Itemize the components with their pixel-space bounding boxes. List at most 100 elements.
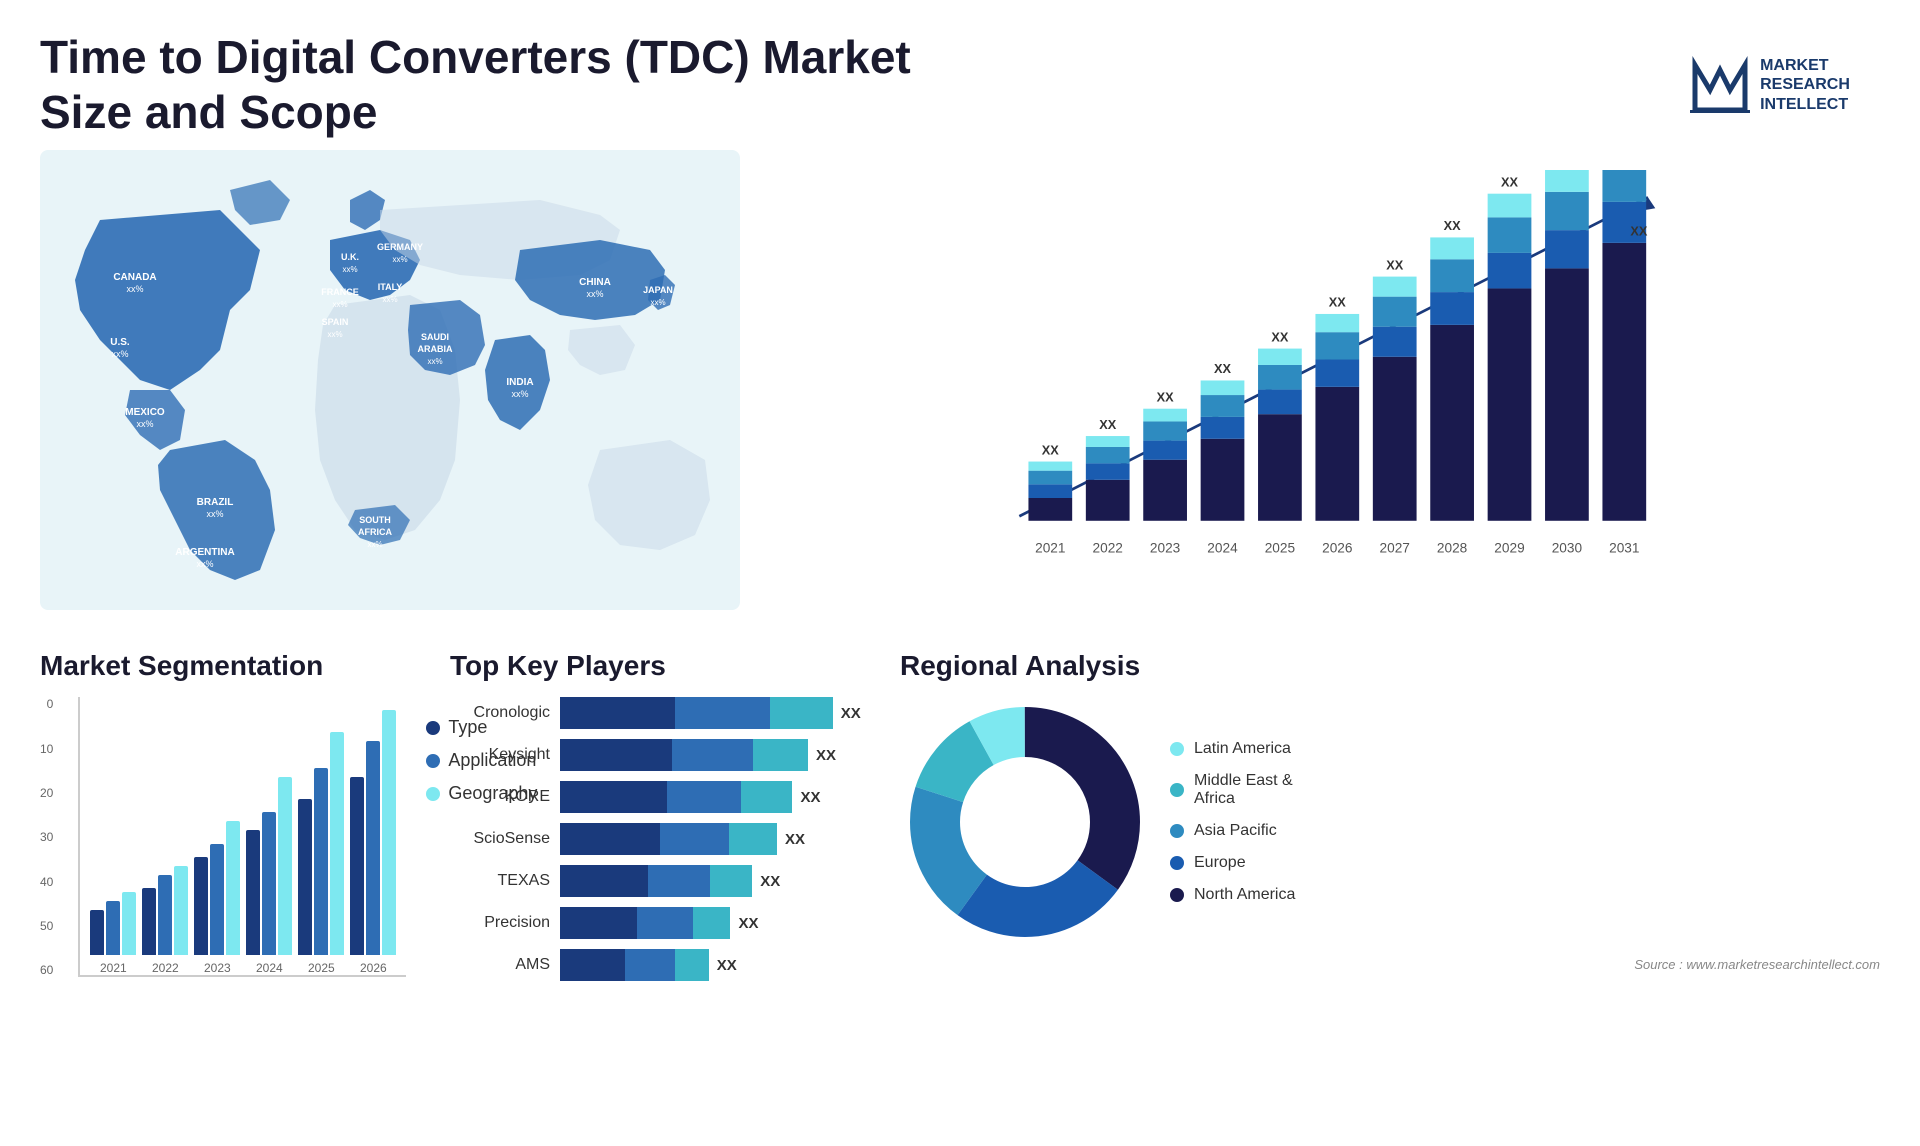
svg-text:xx%: xx%: [332, 300, 347, 309]
player-bar-kore: XX: [560, 781, 870, 813]
regional-content: Latin America Middle East &Africa Asia P…: [900, 697, 1880, 947]
player-row-precision: Precision XX: [450, 907, 870, 939]
player-row-ams: AMS XX: [450, 949, 870, 981]
legend-dot-geography: [426, 787, 440, 801]
logo-icon: [1690, 55, 1750, 115]
svg-text:XX: XX: [1386, 258, 1404, 273]
svg-text:xx%: xx%: [206, 509, 223, 519]
player-bar-sciosense: XX: [560, 823, 870, 855]
donut-chart: [900, 697, 1150, 947]
logo-text: MARKET RESEARCH INTELLECT: [1760, 56, 1850, 114]
page-title: Time to Digital Converters (TDC) Market …: [40, 30, 940, 140]
svg-text:JAPAN: JAPAN: [643, 285, 673, 295]
player-xx-cronologic: XX: [841, 705, 861, 722]
player-bar-keysight: XX: [560, 739, 870, 771]
y-label-20: 20: [40, 786, 53, 800]
year-group-2025: 2025: [298, 732, 344, 975]
year-group-2026: 2026: [350, 710, 396, 975]
svg-text:CHINA: CHINA: [579, 277, 611, 288]
y-label-0: 0: [40, 697, 53, 711]
reg-dot-north-america: [1170, 888, 1184, 902]
player-name-cronologic: Cronologic: [450, 704, 550, 722]
svg-text:2024: 2024: [1207, 541, 1238, 556]
svg-text:ARABIA: ARABIA: [418, 344, 453, 354]
svg-text:2022: 2022: [1093, 541, 1123, 556]
grouped-bar-chart: 2021 2022: [78, 697, 406, 977]
svg-text:FRANCE: FRANCE: [321, 287, 359, 297]
reg-label-asia-pacific: Asia Pacific: [1194, 822, 1277, 840]
regional-title: Regional Analysis: [900, 650, 1880, 682]
player-row-kore: KORE XX: [450, 781, 870, 813]
svg-text:xx%: xx%: [327, 330, 342, 339]
y-label-50: 50: [40, 919, 53, 933]
player-xx-kore: XX: [801, 789, 821, 806]
svg-text:xx%: xx%: [586, 289, 603, 299]
svg-text:XX: XX: [1444, 219, 1462, 234]
player-bar-cronologic: XX: [560, 697, 870, 729]
svg-text:xx%: xx%: [136, 419, 153, 429]
reg-label-middle-east: Middle East &Africa: [1194, 772, 1293, 808]
svg-text:XX: XX: [1099, 417, 1117, 432]
svg-text:GERMANY: GERMANY: [377, 242, 423, 252]
logo-line2: RESEARCH: [1760, 75, 1850, 94]
legend-dot-application: [426, 754, 440, 768]
y-label-40: 40: [40, 875, 53, 889]
y-label-30: 30: [40, 830, 53, 844]
growth-chart-svg: 2021 XX 2022 XX 2023 XX 2024 XX: [780, 170, 1860, 580]
logo-line1: MARKET: [1760, 56, 1850, 75]
growth-chart-container: 2021 XX 2022 XX 2023 XX 2024 XX: [760, 150, 1880, 630]
world-map-svg: CANADA xx% U.S. xx% MEXICO xx% BRAZIL xx…: [40, 150, 740, 610]
player-row-cronologic: Cronologic XX: [450, 697, 870, 729]
y-label-10: 10: [40, 742, 53, 756]
svg-text:ITALY: ITALY: [378, 282, 403, 292]
reg-label-latin-america: Latin America: [1194, 740, 1291, 758]
player-bar-texas: XX: [560, 865, 870, 897]
player-xx-texas: XX: [760, 873, 780, 890]
source-text: Source : www.marketresearchintellect.com: [900, 957, 1880, 972]
svg-text:AFRICA: AFRICA: [358, 527, 392, 537]
top-section: CANADA xx% U.S. xx% MEXICO xx% BRAZIL xx…: [0, 150, 1920, 630]
player-name-kore: KORE: [450, 788, 550, 806]
player-row-keysight: Keysight XX: [450, 739, 870, 771]
players-title: Top Key Players: [450, 650, 870, 682]
header: Time to Digital Converters (TDC) Market …: [0, 0, 1920, 150]
svg-text:BRAZIL: BRAZIL: [197, 497, 234, 508]
svg-text:2025: 2025: [1265, 541, 1296, 556]
logo-area: MARKET RESEARCH INTELLECT: [1660, 30, 1880, 140]
player-bar-ams: XX: [560, 949, 870, 981]
svg-text:SOUTH: SOUTH: [359, 515, 391, 525]
svg-text:xx%: xx%: [342, 265, 357, 274]
svg-text:U.K.: U.K.: [341, 252, 359, 262]
reg-dot-latin-america: [1170, 742, 1184, 756]
player-name-keysight: Keysight: [450, 746, 550, 764]
reg-label-europe: Europe: [1194, 854, 1246, 872]
world-map-container: CANADA xx% U.S. xx% MEXICO xx% BRAZIL xx…: [40, 150, 740, 630]
year-group-2024: 2024: [246, 777, 292, 975]
player-xx-sciosense: XX: [785, 831, 805, 848]
svg-text:SPAIN: SPAIN: [322, 317, 349, 327]
svg-text:XX: XX: [1214, 362, 1232, 377]
player-xx-ams: XX: [717, 957, 737, 974]
player-name-precision: Precision: [450, 914, 550, 932]
svg-text:xx%: xx%: [126, 284, 143, 294]
bottom-section: Market Segmentation 60 50 40 30 20 10 0: [0, 630, 1920, 1120]
svg-text:XX: XX: [1501, 175, 1519, 190]
reg-legend-latin-america: Latin America: [1170, 740, 1295, 758]
segmentation-title: Market Segmentation: [40, 650, 420, 682]
logo-box: MARKET RESEARCH INTELLECT: [1670, 30, 1870, 140]
year-group-2022: 2022: [142, 866, 188, 975]
player-name-ams: AMS: [450, 956, 550, 974]
svg-text:2027: 2027: [1380, 541, 1410, 556]
players-section: Top Key Players Cronologic XX Keysight: [450, 650, 870, 1110]
seg-chart-area: 60 50 40 30 20 10 0 2021: [40, 697, 420, 977]
reg-legend-asia-pacific: Asia Pacific: [1170, 822, 1295, 840]
player-xx-precision: XX: [739, 915, 759, 932]
svg-text:xx%: xx%: [382, 295, 397, 304]
svg-text:2026: 2026: [1322, 541, 1352, 556]
year-group-2023: 2023: [194, 821, 240, 975]
svg-text:2029: 2029: [1494, 541, 1524, 556]
svg-text:XX: XX: [1630, 224, 1648, 239]
svg-text:XX: XX: [1329, 295, 1347, 310]
player-name-texas: TEXAS: [450, 872, 550, 890]
svg-text:SAUDI: SAUDI: [421, 332, 449, 342]
